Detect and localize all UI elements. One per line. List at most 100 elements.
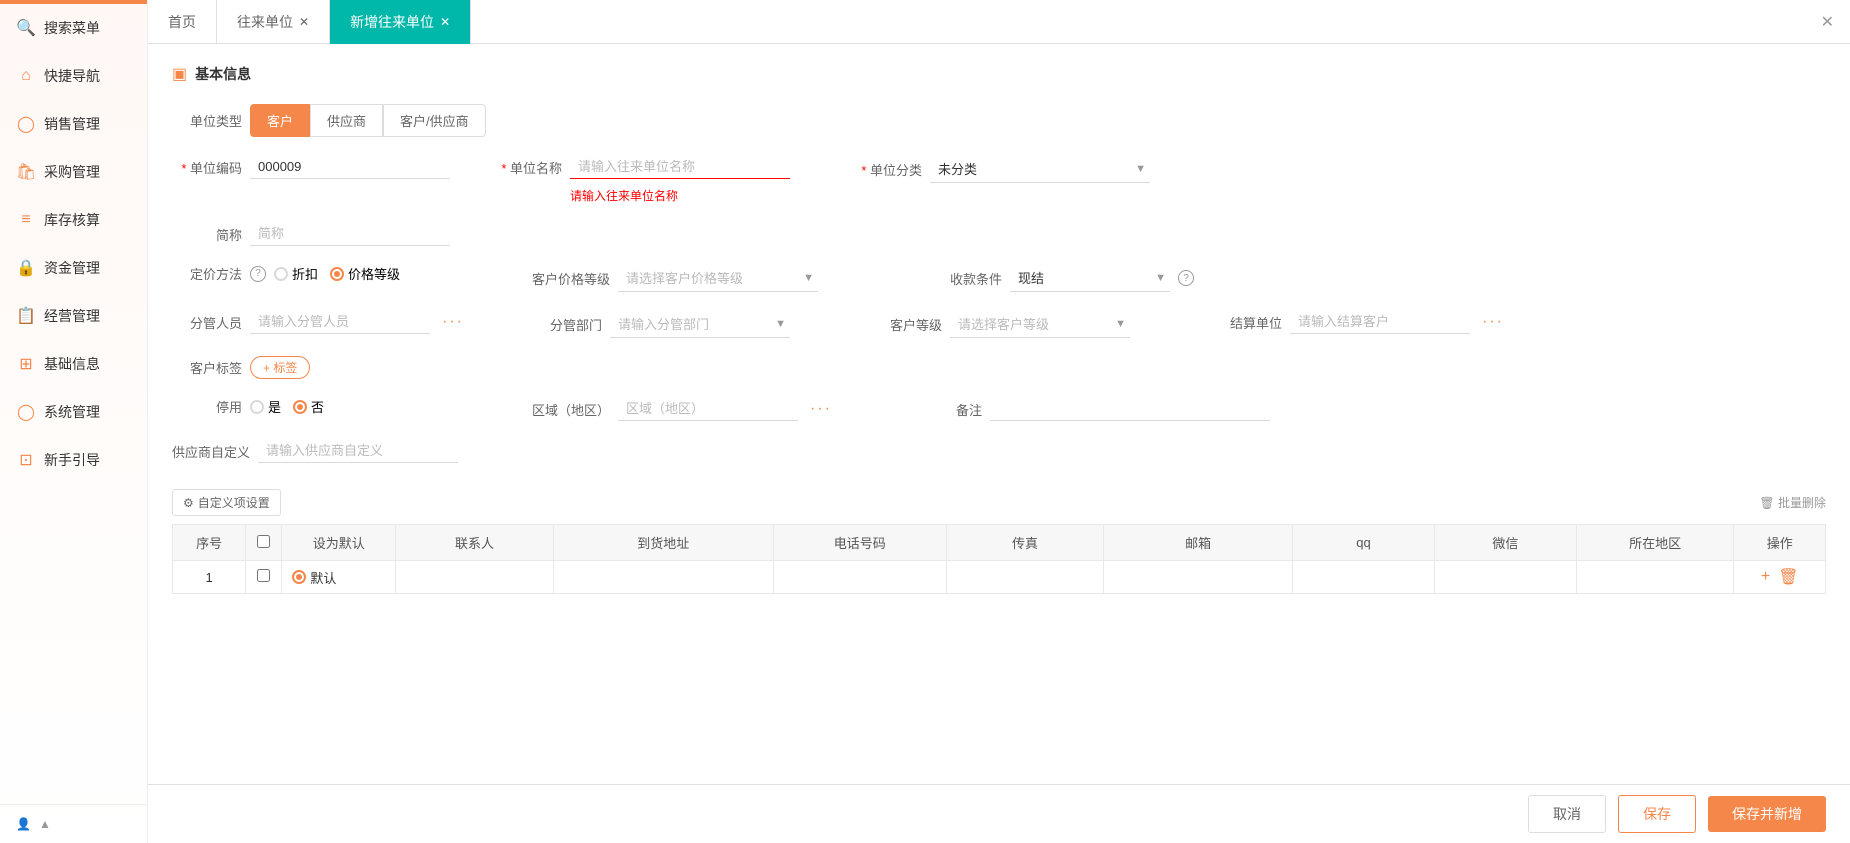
settlement-label: 结算单位 xyxy=(1212,313,1282,332)
row-delete-icon[interactable]: 🗑 xyxy=(1778,567,1798,587)
tab-transactions[interactable]: 往来单位 ✕ xyxy=(217,0,330,44)
cancel-button[interactable]: 取消 xyxy=(1528,795,1606,833)
sidebar-item-inventory[interactable]: ≡ 库存核算 xyxy=(0,196,147,244)
settlement-more-button[interactable]: ··· xyxy=(1478,313,1508,331)
row-qq-input[interactable] xyxy=(1329,570,1399,585)
close-new-transaction-tab-icon[interactable]: ✕ xyxy=(440,15,450,29)
row-address-input[interactable] xyxy=(603,570,723,585)
row-add-icon[interactable]: + xyxy=(1761,568,1770,586)
col-fax: 传真 xyxy=(946,525,1104,561)
sidebar-item-business-mgmt[interactable]: 📋 经营管理 xyxy=(0,292,147,340)
close-all-tabs-button[interactable]: ✕ xyxy=(1805,12,1850,32)
row-contact-input[interactable] xyxy=(434,570,514,585)
supplier-custom-input[interactable] xyxy=(258,439,458,463)
unit-category-group: 单位分类 未分类 ▼ xyxy=(852,155,1212,183)
col-default: 设为默认 xyxy=(282,525,396,561)
row-action-cell: + 🗑 xyxy=(1744,567,1815,587)
sidebar-item-sales-mgmt[interactable]: ◯ 销售管理 xyxy=(0,100,147,148)
notes-group: 备注 xyxy=(912,397,1826,421)
payment-terms-value: 现结 xyxy=(1018,268,1044,287)
customer-tag-row: 客户标签 + 标签 xyxy=(172,356,1826,379)
row-email xyxy=(1104,561,1293,594)
payment-terms-select[interactable]: 现结 ▼ xyxy=(1010,264,1170,292)
row-region-input[interactable] xyxy=(1615,570,1695,585)
row-region xyxy=(1576,561,1734,594)
sidebar-item-purchase-mgmt[interactable]: 🛍 采购管理 xyxy=(0,148,147,196)
unit-type-label: 单位类型 xyxy=(172,111,242,130)
department-arrow-icon: ▼ xyxy=(775,318,786,330)
notes-input[interactable] xyxy=(990,397,1270,421)
row-email-input[interactable] xyxy=(1148,570,1248,585)
unit-type-buttons: 客户 供应商 客户/供应商 xyxy=(250,104,486,137)
row-wechat-input[interactable] xyxy=(1470,570,1540,585)
row-phone-input[interactable] xyxy=(815,570,905,585)
row-address xyxy=(553,561,773,594)
settlement-input[interactable] xyxy=(1290,310,1470,334)
batch-delete-button[interactable]: 🗑 批量删除 xyxy=(1759,494,1826,511)
sidebar-item-new-guide[interactable]: ⊡ 新手引导 xyxy=(0,436,147,484)
supplier-custom-row: 供应商自定义 xyxy=(172,439,1826,463)
region-more-button[interactable]: ··· xyxy=(806,400,836,418)
payment-terms-help-icon[interactable]: ? xyxy=(1178,270,1194,286)
pricing-level-radio[interactable]: 价格等级 xyxy=(330,264,400,283)
row-fax-input[interactable] xyxy=(985,570,1065,585)
sidebar-item-label: 新手引导 xyxy=(44,450,100,470)
unit-type-both-button[interactable]: 客户/供应商 xyxy=(383,104,486,137)
manager-more-button[interactable]: ··· xyxy=(438,313,468,331)
pricing-discount-radio[interactable]: 折扣 xyxy=(274,264,318,283)
unit-code-input[interactable] xyxy=(250,155,450,179)
unit-category-select[interactable]: 未分类 ▼ xyxy=(930,155,1150,183)
unit-category-arrow-icon: ▼ xyxy=(1135,163,1146,175)
col-email: 邮箱 xyxy=(1104,525,1293,561)
select-all-checkbox[interactable] xyxy=(257,535,270,548)
pricing-level-circle xyxy=(330,267,344,281)
unit-type-supplier-button[interactable]: 供应商 xyxy=(310,104,383,137)
disabled-no-radio[interactable]: 否 xyxy=(293,397,324,416)
sidebar-item-sys-mgmt[interactable]: ◯ 系统管理 xyxy=(0,388,147,436)
tab-home[interactable]: 首页 xyxy=(148,0,217,44)
section-icon: ▣ xyxy=(172,64,187,84)
sidebar-item-quick-nav[interactable]: ⌂ 快捷导航 xyxy=(0,52,147,100)
sidebar-item-basic-info[interactable]: ⊞ 基础信息 xyxy=(0,340,147,388)
unit-type-customer-button[interactable]: 客户 xyxy=(250,104,310,137)
disabled-yes-radio[interactable]: 是 xyxy=(250,397,281,416)
department-group: 分管部门 请输入分管部门 ▼ xyxy=(532,310,872,338)
unit-name-input[interactable] xyxy=(570,155,790,179)
row-action: + 🗑 xyxy=(1734,561,1826,594)
row-no: 1 xyxy=(173,561,246,594)
sidebar-item-label: 快捷导航 xyxy=(44,66,100,86)
unit-name-label: 单位名称 xyxy=(492,158,562,177)
customer-price-level-select[interactable]: 请选择客户价格等级 ▼ xyxy=(618,264,818,292)
manager-label: 分管人员 xyxy=(172,313,242,332)
sys-mgmt-icon: ◯ xyxy=(16,402,36,422)
add-tag-button[interactable]: + 标签 xyxy=(250,356,310,379)
disabled-region-row: 停用 是 否 区域（地区） ··· 备注 xyxy=(172,397,1826,421)
pricing-method-help-icon[interactable]: ? xyxy=(250,266,266,282)
supplier-custom-label: 供应商自定义 xyxy=(172,442,250,461)
purchase-mgmt-icon: 🛍 xyxy=(16,162,36,182)
manager-input[interactable] xyxy=(250,310,430,334)
sidebar-item-search-menu[interactable]: 🔍 搜索菜单 xyxy=(0,4,147,52)
pricing-row: 定价方法 ? 折扣 价格等级 客户价格等级 请选择客户价格等级 xyxy=(172,264,1826,292)
sidebar-item-fund-mgmt[interactable]: 🔒 资金管理 xyxy=(0,244,147,292)
customer-level-select[interactable]: 请选择客户等级 ▼ xyxy=(950,310,1130,338)
short-name-input[interactable] xyxy=(250,222,450,246)
region-input[interactable] xyxy=(618,397,798,421)
manager-row: 分管人员 ··· 分管部门 请输入分管部门 ▼ 客户等级 请选择客户等级 ▼ 结… xyxy=(172,310,1826,338)
row-checkbox-input[interactable] xyxy=(257,569,270,582)
save-button[interactable]: 保存 xyxy=(1618,795,1696,833)
pricing-discount-label: 折扣 xyxy=(292,264,318,283)
row-default: 默认 xyxy=(282,561,396,594)
close-transactions-tab-icon[interactable]: ✕ xyxy=(299,15,309,29)
basic-info-section-header: ▣ 基本信息 xyxy=(172,64,1826,84)
section-title: 基本信息 xyxy=(195,64,251,84)
custom-setting-button[interactable]: ⚙ 自定义项设置 xyxy=(172,489,281,516)
row-default-radio[interactable]: 默认 xyxy=(292,568,385,587)
short-name-group: 简称 xyxy=(172,222,492,246)
disabled-yes-label: 是 xyxy=(268,397,281,416)
save-new-button[interactable]: 保存并新增 xyxy=(1708,796,1826,832)
tab-new-transaction[interactable]: 新增往来单位 ✕ xyxy=(330,0,471,44)
customer-level-label: 客户等级 xyxy=(872,315,942,334)
department-select[interactable]: 请输入分管部门 ▼ xyxy=(610,310,790,338)
sidebar-item-label: 搜索菜单 xyxy=(44,18,100,38)
